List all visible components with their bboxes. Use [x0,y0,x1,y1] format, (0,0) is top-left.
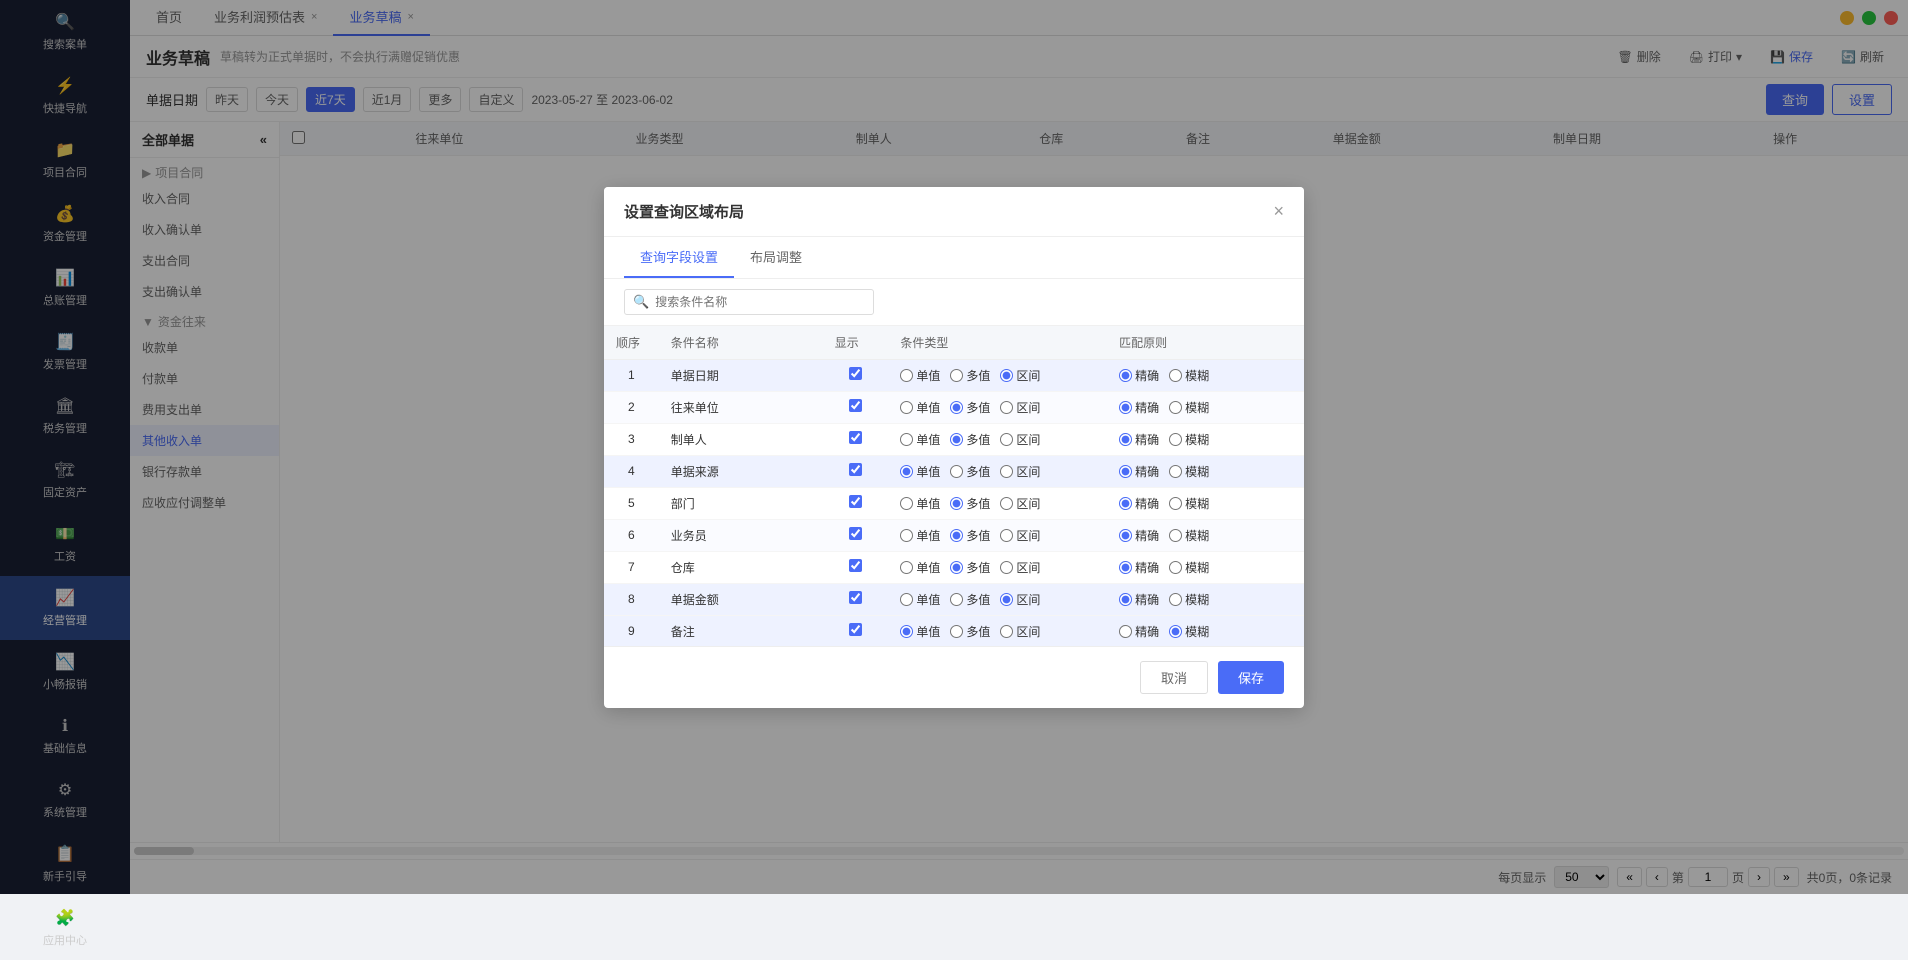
cell-show [823,487,889,519]
modal-header: 设置查询区域布局 × [604,187,1304,237]
cell-match: 精确模糊 [1107,487,1304,519]
cell-match: 精确模糊 [1107,551,1304,583]
cell-type: 单值多值区间 [888,519,1107,551]
cell-seq: 1 [604,359,659,391]
table-row[interactable]: 6业务员 单值多值区间精确模糊 [604,519,1304,551]
cell-type: 单值多值区间 [888,359,1107,391]
cell-match: 精确模糊 [1107,423,1304,455]
show-checkbox[interactable] [849,591,862,604]
cell-name: 单据来源 [659,455,823,487]
cell-seq: 5 [604,487,659,519]
th-show: 显示 [823,326,889,360]
modal-tab-query[interactable]: 查询字段设置 [624,237,734,278]
table-row[interactable]: 8单据金额 单值多值区间精确模糊 [604,583,1304,615]
show-checkbox[interactable] [849,431,862,444]
cell-show [823,519,889,551]
show-checkbox[interactable] [849,399,862,412]
modal-footer: 取消 保存 [604,646,1304,708]
cell-name: 仓库 [659,551,823,583]
cell-name: 备注 [659,615,823,646]
modal-overlay[interactable]: 设置查询区域布局 × 查询字段设置 布局调整 🔍 顺序 条件名称 显示 [0,0,1908,894]
th-name: 条件名称 [659,326,823,360]
th-type: 条件类型 [888,326,1107,360]
modal-table-scroll: 顺序 条件名称 显示 条件类型 匹配原则 1单据日期单值多值区间精确模糊2往来单… [604,326,1304,646]
cell-name: 部门 [659,487,823,519]
cancel-button[interactable]: 取消 [1140,661,1208,694]
cell-type: 单值多值区间 [888,551,1107,583]
cell-match: 精确模糊 [1107,391,1304,423]
show-checkbox[interactable] [849,623,862,636]
show-checkbox[interactable] [849,367,862,380]
cell-match: 精确模糊 [1107,583,1304,615]
cell-show [823,391,889,423]
search-condition-input[interactable] [655,295,865,309]
cell-name: 往来单位 [659,391,823,423]
cell-match: 精确模糊 [1107,455,1304,487]
search-icon-modal: 🔍 [633,294,649,310]
cell-seq: 8 [604,583,659,615]
table-row[interactable]: 4单据来源 单值多值区间精确模糊 [604,455,1304,487]
search-input-wrap: 🔍 [624,289,874,315]
cell-name: 业务员 [659,519,823,551]
cell-match: 精确模糊 [1107,519,1304,551]
modal-title: 设置查询区域布局 [624,201,744,222]
show-checkbox[interactable] [849,527,862,540]
show-checkbox[interactable] [849,559,862,572]
cell-name: 单据日期 [659,359,823,391]
modal-table: 顺序 条件名称 显示 条件类型 匹配原则 1单据日期单值多值区间精确模糊2往来单… [604,326,1304,646]
table-row[interactable]: 7仓库 单值多值区间精确模糊 [604,551,1304,583]
modal-close-btn[interactable]: × [1273,201,1284,222]
cell-show [823,583,889,615]
cell-seq: 2 [604,391,659,423]
cell-show [823,455,889,487]
cell-seq: 3 [604,423,659,455]
cell-match: 精确模糊 [1107,359,1304,391]
table-row[interactable]: 3制单人 单值多值区间精确模糊 [604,423,1304,455]
cell-type: 单值多值区间 [888,487,1107,519]
th-match: 匹配原则 [1107,326,1304,360]
cell-type: 单值多值区间 [888,583,1107,615]
modal-tabs: 查询字段设置 布局调整 [604,237,1304,279]
table-row[interactable]: 1单据日期 单值多值区间精确模糊 [604,359,1304,391]
cell-show [823,423,889,455]
apps-icon: 🧩 [55,908,75,928]
cell-show [823,551,889,583]
cell-match: 精确模糊 [1107,615,1304,646]
modal-dialog: 设置查询区域布局 × 查询字段设置 布局调整 🔍 顺序 条件名称 显示 [604,187,1304,708]
table-row[interactable]: 2往来单位 单值多值区间精确模糊 [604,391,1304,423]
table-row[interactable]: 9备注 单值多值区间精确模糊 [604,615,1304,646]
cell-type: 单值多值区间 [888,423,1107,455]
modal-save-button[interactable]: 保存 [1218,661,1284,694]
cell-show [823,615,889,646]
show-checkbox[interactable] [849,463,862,476]
cell-name: 制单人 [659,423,823,455]
cell-seq: 9 [604,615,659,646]
show-checkbox[interactable] [849,495,862,508]
modal-tab-layout[interactable]: 布局调整 [734,237,818,278]
cell-name: 单据金额 [659,583,823,615]
cell-seq: 6 [604,519,659,551]
cell-show [823,359,889,391]
table-row[interactable]: 5部门 单值多值区间精确模糊 [604,487,1304,519]
th-seq: 顺序 [604,326,659,360]
modal-search: 🔍 [604,279,1304,326]
cell-type: 单值多值区间 [888,455,1107,487]
cell-seq: 7 [604,551,659,583]
cell-type: 单值多值区间 [888,615,1107,646]
cell-seq: 4 [604,455,659,487]
cell-type: 单值多值区间 [888,391,1107,423]
sidebar-item-apps[interactable]: 🧩 应用中心 [0,896,130,960]
